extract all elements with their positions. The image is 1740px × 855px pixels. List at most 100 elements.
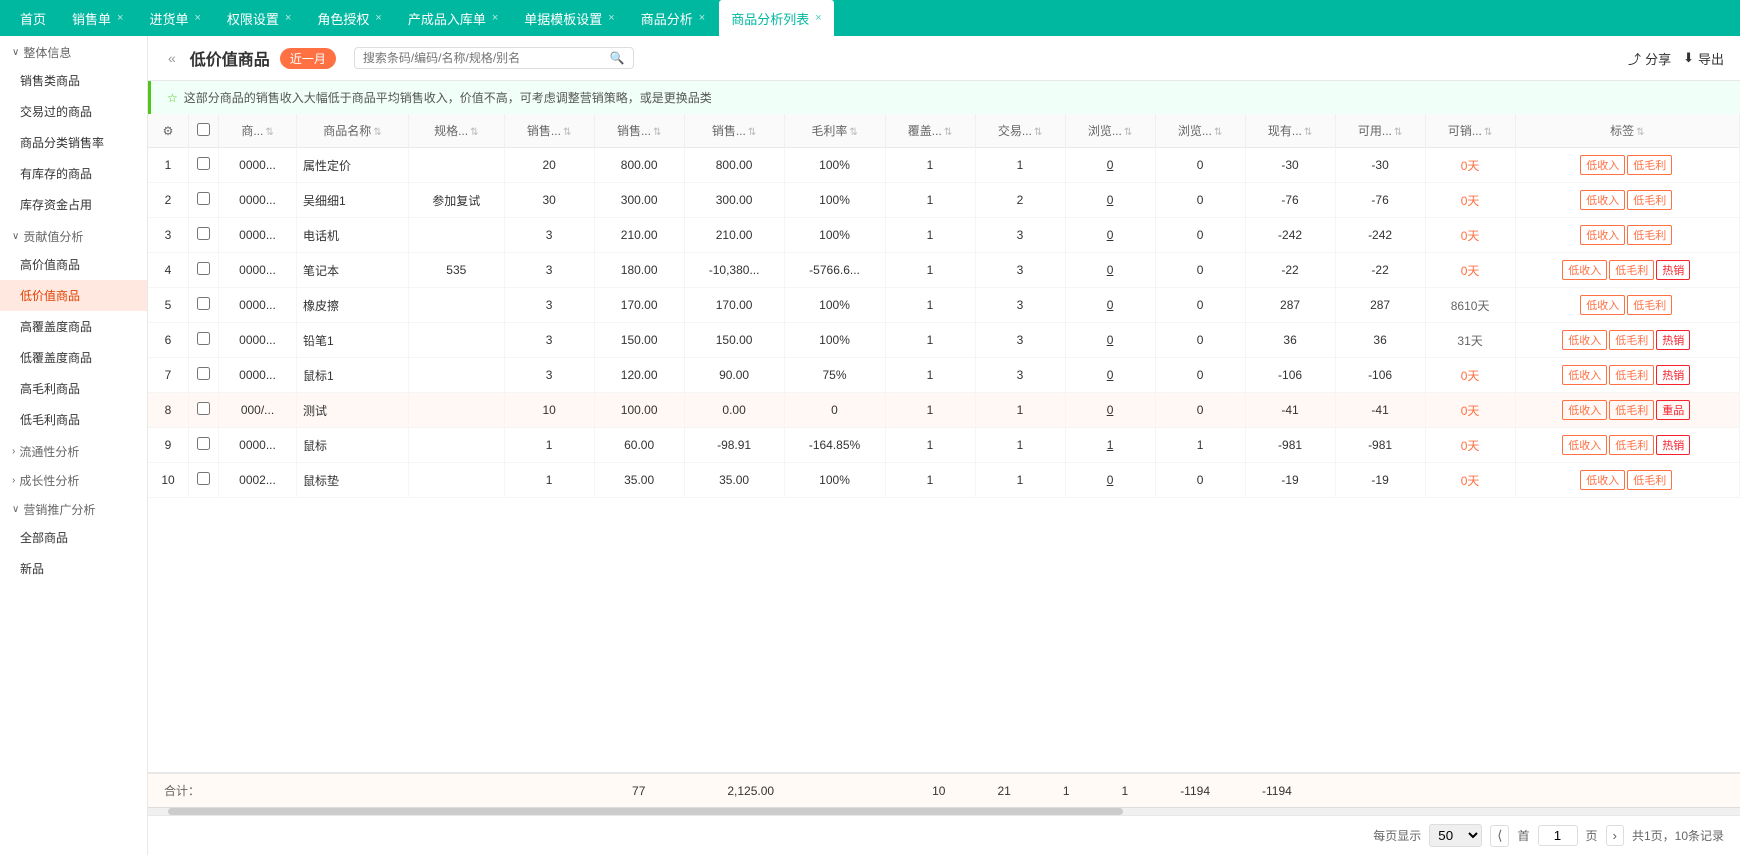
th-available[interactable]: 可用...⇅ — [1335, 114, 1425, 148]
sidebar-item-stock-capital[interactable]: 库存资金占用 — [0, 189, 147, 220]
saleable-days: 0天 — [1425, 463, 1515, 498]
row-checkbox[interactable] — [197, 367, 210, 380]
filter-recent-month-button[interactable]: 近一月 — [280, 48, 336, 69]
row-checkbox-cell[interactable] — [189, 253, 219, 288]
close-icon[interactable]: × — [699, 12, 705, 24]
th-settings[interactable]: ⚙ — [148, 114, 189, 148]
th-saleable[interactable]: 可销...⇅ — [1425, 114, 1515, 148]
browse1[interactable]: 0 — [1065, 253, 1155, 288]
nav-template-setting[interactable]: 单据模板设置 × — [512, 0, 626, 36]
row-checkbox-cell[interactable] — [189, 148, 219, 183]
search-icon[interactable]: 🔍 — [610, 51, 625, 65]
sales-qty: 10 — [504, 393, 594, 428]
sidebar-item-high-coverage[interactable]: 高覆盖度商品 — [0, 311, 147, 342]
export-button[interactable]: ⬇ 导出 — [1683, 49, 1724, 68]
select-all-checkbox[interactable] — [197, 123, 210, 136]
row-checkbox[interactable] — [197, 192, 210, 205]
browse1[interactable]: 0 — [1065, 323, 1155, 358]
th-profit-rate[interactable]: 毛利率⇅ — [784, 114, 885, 148]
th-coverage[interactable]: 覆盖...⇅ — [885, 114, 975, 148]
product-tag: 低毛利 — [1609, 435, 1654, 455]
close-icon[interactable]: × — [117, 12, 123, 24]
th-current[interactable]: 现有...⇅ — [1245, 114, 1335, 148]
row-checkbox-cell[interactable] — [189, 218, 219, 253]
browse1[interactable]: 1 — [1065, 428, 1155, 463]
nav-purchase-order[interactable]: 进货单 × — [137, 0, 212, 36]
product-tags: 低收入低毛利热销 — [1515, 428, 1739, 463]
browse1[interactable]: 0 — [1065, 358, 1155, 393]
sidebar-item-category-sales-rate[interactable]: 商品分类销售率 — [0, 127, 147, 158]
search-input[interactable] — [363, 51, 604, 65]
row-checkbox[interactable] — [197, 437, 210, 450]
row-checkbox-cell[interactable] — [189, 183, 219, 218]
close-icon[interactable]: × — [375, 12, 381, 24]
row-checkbox-cell[interactable] — [189, 358, 219, 393]
sidebar-item-high-value[interactable]: 高价值商品 — [0, 249, 147, 280]
th-browse1[interactable]: 浏览...⇅ — [1065, 114, 1155, 148]
row-checkbox[interactable] — [197, 262, 210, 275]
browse1[interactable]: 0 — [1065, 463, 1155, 498]
sidebar-item-traded-products[interactable]: 交易过的商品 — [0, 96, 147, 127]
close-icon[interactable]: × — [492, 12, 498, 24]
browse1[interactable]: 0 — [1065, 288, 1155, 323]
browse1[interactable]: 0 — [1065, 183, 1155, 218]
row-checkbox-cell[interactable] — [189, 463, 219, 498]
th-browse2[interactable]: 浏览...⇅ — [1155, 114, 1245, 148]
row-checkbox-cell[interactable] — [189, 323, 219, 358]
sidebar-collapse-button[interactable]: « — [164, 46, 180, 70]
collapse-icon: ∨ — [12, 47, 19, 58]
sales-qty: 30 — [504, 183, 594, 218]
browse1[interactable]: 0 — [1065, 393, 1155, 428]
sidebar-item-stocked-products[interactable]: 有库存的商品 — [0, 158, 147, 189]
first-page-button[interactable]: ⟨ — [1490, 825, 1509, 847]
sidebar-item-low-profit[interactable]: 低毛利商品 — [0, 404, 147, 435]
th-sales-qty[interactable]: 销售...⇅ — [504, 114, 594, 148]
nav-product-analysis-list[interactable]: 商品分析列表 × — [719, 0, 833, 36]
row-checkbox-cell[interactable] — [189, 288, 219, 323]
share-button[interactable]: ⤴ 分享 — [1628, 49, 1671, 68]
th-tags[interactable]: 标签⇅ — [1515, 114, 1739, 148]
sidebar-section-circulation[interactable]: › 流通性分析 — [0, 435, 147, 464]
nav-sales-order[interactable]: 销售单 × — [60, 0, 135, 36]
nav-product-analysis[interactable]: 商品分析 × — [629, 0, 717, 36]
th-sales-amount[interactable]: 销售...⇅ — [684, 114, 784, 148]
th-spec[interactable]: 规格...⇅ — [408, 114, 504, 148]
th-sales-price[interactable]: 销售...⇅ — [594, 114, 684, 148]
sidebar-item-low-value[interactable]: 低价值商品 — [0, 280, 147, 311]
row-checkbox[interactable] — [197, 402, 210, 415]
sidebar-section-overall[interactable]: ∨ 整体信息 — [0, 36, 147, 65]
close-icon[interactable]: × — [815, 12, 821, 24]
close-icon[interactable]: × — [285, 12, 291, 24]
per-page-select[interactable]: 50 100 200 — [1429, 824, 1482, 847]
row-checkbox-cell[interactable] — [189, 393, 219, 428]
nav-product-instock[interactable]: 产成品入库单 × — [396, 0, 510, 36]
browse1[interactable]: 0 — [1065, 218, 1155, 253]
page-number-input[interactable] — [1538, 825, 1578, 846]
sidebar-section-growth[interactable]: › 成长性分析 — [0, 464, 147, 493]
next-page-button[interactable]: › — [1606, 825, 1624, 846]
sidebar-item-new-products[interactable]: 新品 — [0, 553, 147, 584]
sidebar-item-sales-products[interactable]: 销售类商品 — [0, 65, 147, 96]
sidebar-section-contribution[interactable]: ∨ 贡献值分析 — [0, 220, 147, 249]
nav-permission[interactable]: 权限设置 × — [215, 0, 303, 36]
th-code[interactable]: 商...⇅ — [219, 114, 297, 148]
profit-rate: 100% — [784, 463, 885, 498]
close-icon[interactable]: × — [194, 12, 200, 24]
row-checkbox[interactable] — [197, 472, 210, 485]
close-icon[interactable]: × — [608, 12, 614, 24]
row-checkbox[interactable] — [197, 227, 210, 240]
row-checkbox[interactable] — [197, 157, 210, 170]
sidebar-item-all-products[interactable]: 全部商品 — [0, 522, 147, 553]
row-checkbox-cell[interactable] — [189, 428, 219, 463]
nav-home[interactable]: 首页 — [8, 0, 58, 36]
row-checkbox[interactable] — [197, 297, 210, 310]
sidebar-item-high-profit[interactable]: 高毛利商品 — [0, 373, 147, 404]
sidebar-item-low-coverage[interactable]: 低覆盖度商品 — [0, 342, 147, 373]
row-checkbox[interactable] — [197, 332, 210, 345]
browse1[interactable]: 0 — [1065, 148, 1155, 183]
th-trade[interactable]: 交易...⇅ — [975, 114, 1065, 148]
nav-role-auth[interactable]: 角色授权 × — [305, 0, 393, 36]
sidebar-section-marketing[interactable]: ∨ 营销推广分析 — [0, 493, 147, 522]
th-name[interactable]: 商品名称⇅ — [296, 114, 408, 148]
th-checkbox[interactable] — [189, 114, 219, 148]
